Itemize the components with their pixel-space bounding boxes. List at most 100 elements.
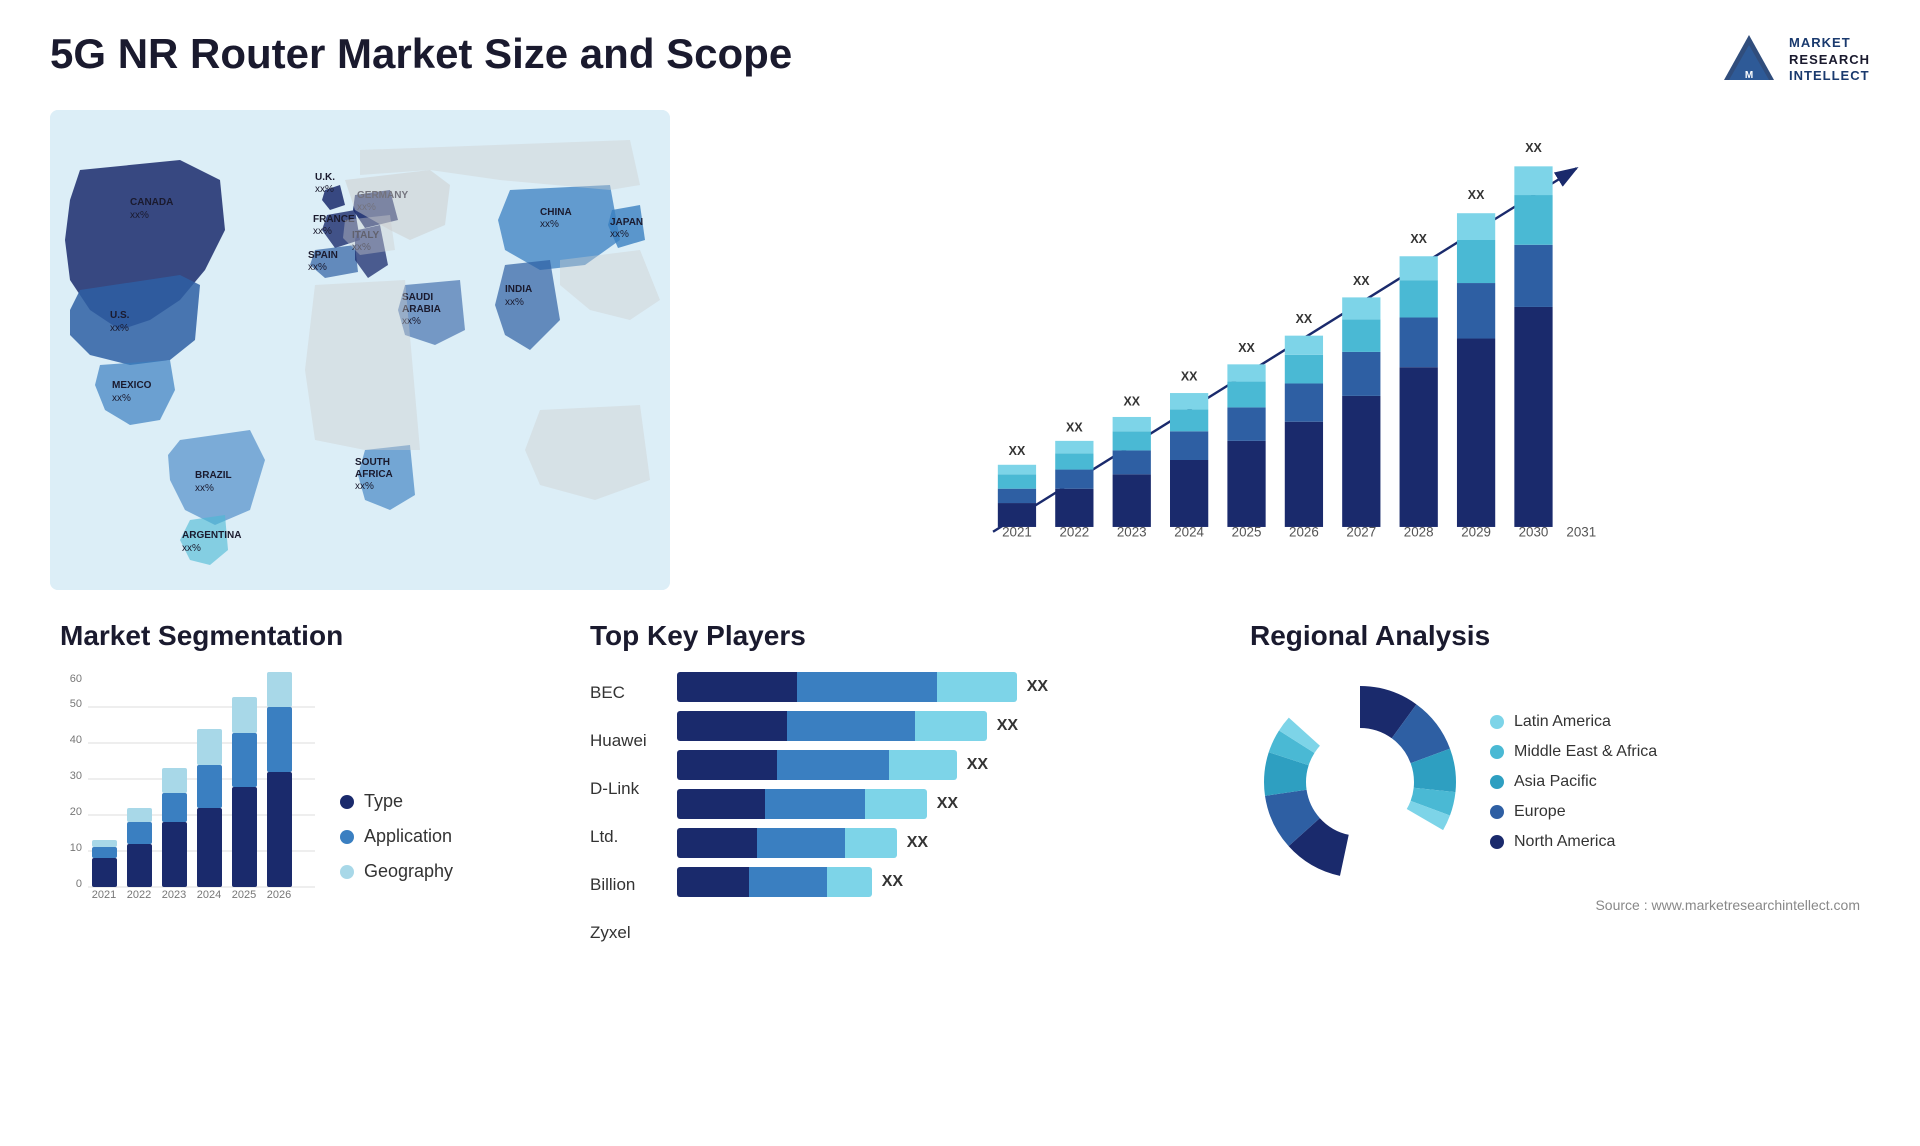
svg-text:40: 40 — [70, 734, 82, 746]
svg-text:xx%: xx% — [540, 219, 559, 230]
svg-text:SPAIN: SPAIN — [308, 250, 338, 261]
svg-text:30: 30 — [70, 770, 82, 782]
svg-text:2024: 2024 — [197, 889, 221, 901]
svg-text:XX: XX — [1123, 394, 1140, 408]
svg-text:xx%: xx% — [110, 323, 129, 334]
svg-text:AFRICA: AFRICA — [355, 469, 393, 480]
bar-zyxel — [677, 867, 872, 897]
svg-text:2031: 2031 — [1566, 525, 1596, 540]
svg-text:XX: XX — [1009, 444, 1026, 458]
north-america-dot — [1490, 835, 1504, 849]
regional-content: Latin America Middle East & Africa Asia … — [1250, 672, 1860, 892]
svg-text:XX: XX — [1296, 312, 1313, 326]
bar-bec — [677, 672, 1017, 702]
legend-latin: Latin America — [1490, 713, 1657, 731]
player-bec: BEC — [590, 677, 647, 709]
svg-text:xx%: xx% — [315, 184, 334, 195]
application-dot — [340, 830, 354, 844]
map-section: CANADA xx% U.S. xx% MEXICO xx% BRAZIL xx… — [50, 110, 670, 590]
svg-text:0: 0 — [76, 878, 82, 890]
segmentation-chart: 0 10 20 30 40 50 60 — [60, 672, 320, 902]
svg-text:50: 50 — [70, 698, 82, 710]
players-grid: BEC Huawei D-Link Ltd. Billion Zyxel — [590, 672, 1200, 949]
page-container: 5G NR Router Market Size and Scope M MAR… — [0, 0, 1920, 1146]
svg-text:BRAZIL: BRAZIL — [195, 470, 232, 481]
bar-row-dlink: XX — [677, 750, 1200, 780]
player-zyxel: Zyxel — [590, 917, 647, 949]
segmentation-title: Market Segmentation — [60, 620, 540, 652]
seg-chart-container: 0 10 20 30 40 50 60 — [60, 672, 540, 902]
svg-text:xx%: xx% — [355, 481, 374, 492]
regional-section: Regional Analysis — [1240, 620, 1870, 949]
svg-text:xx%: xx% — [130, 210, 149, 221]
bottom-sections: Market Segmentation 0 10 20 30 40 50 60 — [50, 620, 1870, 949]
svg-text:20: 20 — [70, 806, 82, 818]
svg-text:XX: XX — [1525, 141, 1542, 155]
svg-text:2030: 2030 — [1519, 525, 1549, 540]
svg-text:ARGENTINA: ARGENTINA — [182, 530, 241, 541]
svg-text:xx%: xx% — [195, 483, 214, 494]
svg-text:INDIA: INDIA — [505, 284, 532, 295]
svg-text:XX: XX — [1066, 420, 1083, 434]
chart-section: XX XX XX XX — [690, 110, 1870, 590]
svg-text:SOUTH: SOUTH — [355, 457, 390, 468]
type-dot — [340, 795, 354, 809]
svg-text:XX: XX — [1353, 274, 1370, 288]
legend-asia: Asia Pacific — [1490, 773, 1657, 791]
legend-europe: Europe — [1490, 803, 1657, 821]
svg-text:2026: 2026 — [1289, 525, 1319, 540]
svg-text:xx%: xx% — [610, 229, 629, 240]
bar-ltd — [677, 789, 927, 819]
svg-text:2026: 2026 — [267, 889, 291, 901]
header: 5G NR Router Market Size and Scope M MAR… — [50, 30, 1870, 90]
svg-text:xx%: xx% — [112, 393, 131, 404]
svg-text:2028: 2028 — [1404, 525, 1434, 540]
main-grid: CANADA xx% U.S. xx% MEXICO xx% BRAZIL xx… — [50, 110, 1870, 610]
regional-title: Regional Analysis — [1250, 620, 1860, 652]
legend-type: Type — [340, 791, 453, 812]
bar-huawei — [677, 711, 987, 741]
players-section: Top Key Players BEC Huawei D-Link Ltd. B… — [580, 620, 1210, 949]
players-bars: XX XX — [677, 672, 1200, 949]
source-text: Source : www.marketresearchintellect.com — [1250, 897, 1860, 913]
svg-text:2025: 2025 — [1232, 525, 1262, 540]
bar-row-bec: XX — [677, 672, 1200, 702]
regional-legend: Latin America Middle East & Africa Asia … — [1490, 713, 1657, 851]
player-billion: Billion — [590, 869, 647, 901]
svg-text:2021: 2021 — [1002, 525, 1032, 540]
player-huawei: Huawei — [590, 725, 647, 757]
world-map: CANADA xx% U.S. xx% MEXICO xx% BRAZIL xx… — [50, 110, 670, 590]
svg-text:U.K.: U.K. — [315, 172, 335, 183]
page-title: 5G NR Router Market Size and Scope — [50, 30, 792, 78]
svg-text:XX: XX — [1181, 370, 1198, 384]
logo-icon: M — [1719, 30, 1779, 90]
growth-chart: XX XX XX XX — [710, 130, 1850, 570]
seg-legend: Type Application Geography — [340, 791, 453, 902]
players-title: Top Key Players — [590, 620, 1200, 652]
logo-container: M MARKET RESEARCH INTELLECT — [1719, 30, 1870, 90]
svg-text:2023: 2023 — [162, 889, 186, 901]
svg-text:JAPAN: JAPAN — [610, 217, 643, 228]
player-ltd: Ltd. — [590, 821, 647, 853]
svg-text:2025: 2025 — [232, 889, 256, 901]
players-names: BEC Huawei D-Link Ltd. Billion Zyxel — [590, 672, 647, 949]
donut-chart — [1250, 672, 1470, 892]
legend-application: Application — [340, 826, 453, 847]
segmentation-section: Market Segmentation 0 10 20 30 40 50 60 — [50, 620, 550, 949]
bar-row-zyxel: XX — [677, 867, 1200, 897]
svg-text:CHINA: CHINA — [540, 207, 572, 218]
legend-mea: Middle East & Africa — [1490, 743, 1657, 761]
svg-text:XX: XX — [1410, 232, 1427, 246]
bar-dlink — [677, 750, 957, 780]
svg-text:2024: 2024 — [1174, 525, 1204, 540]
donut-container — [1250, 672, 1470, 892]
svg-text:2021: 2021 — [92, 889, 116, 901]
logo-text: MARKET RESEARCH INTELLECT — [1789, 35, 1870, 86]
svg-text:2023: 2023 — [1117, 525, 1147, 540]
bar-row-billion: XX — [677, 828, 1200, 858]
svg-text:XX: XX — [1238, 341, 1255, 355]
svg-text:2022: 2022 — [1059, 525, 1089, 540]
legend-geography: Geography — [340, 861, 453, 882]
svg-text:10: 10 — [70, 842, 82, 854]
svg-text:U.S.: U.S. — [110, 310, 130, 321]
